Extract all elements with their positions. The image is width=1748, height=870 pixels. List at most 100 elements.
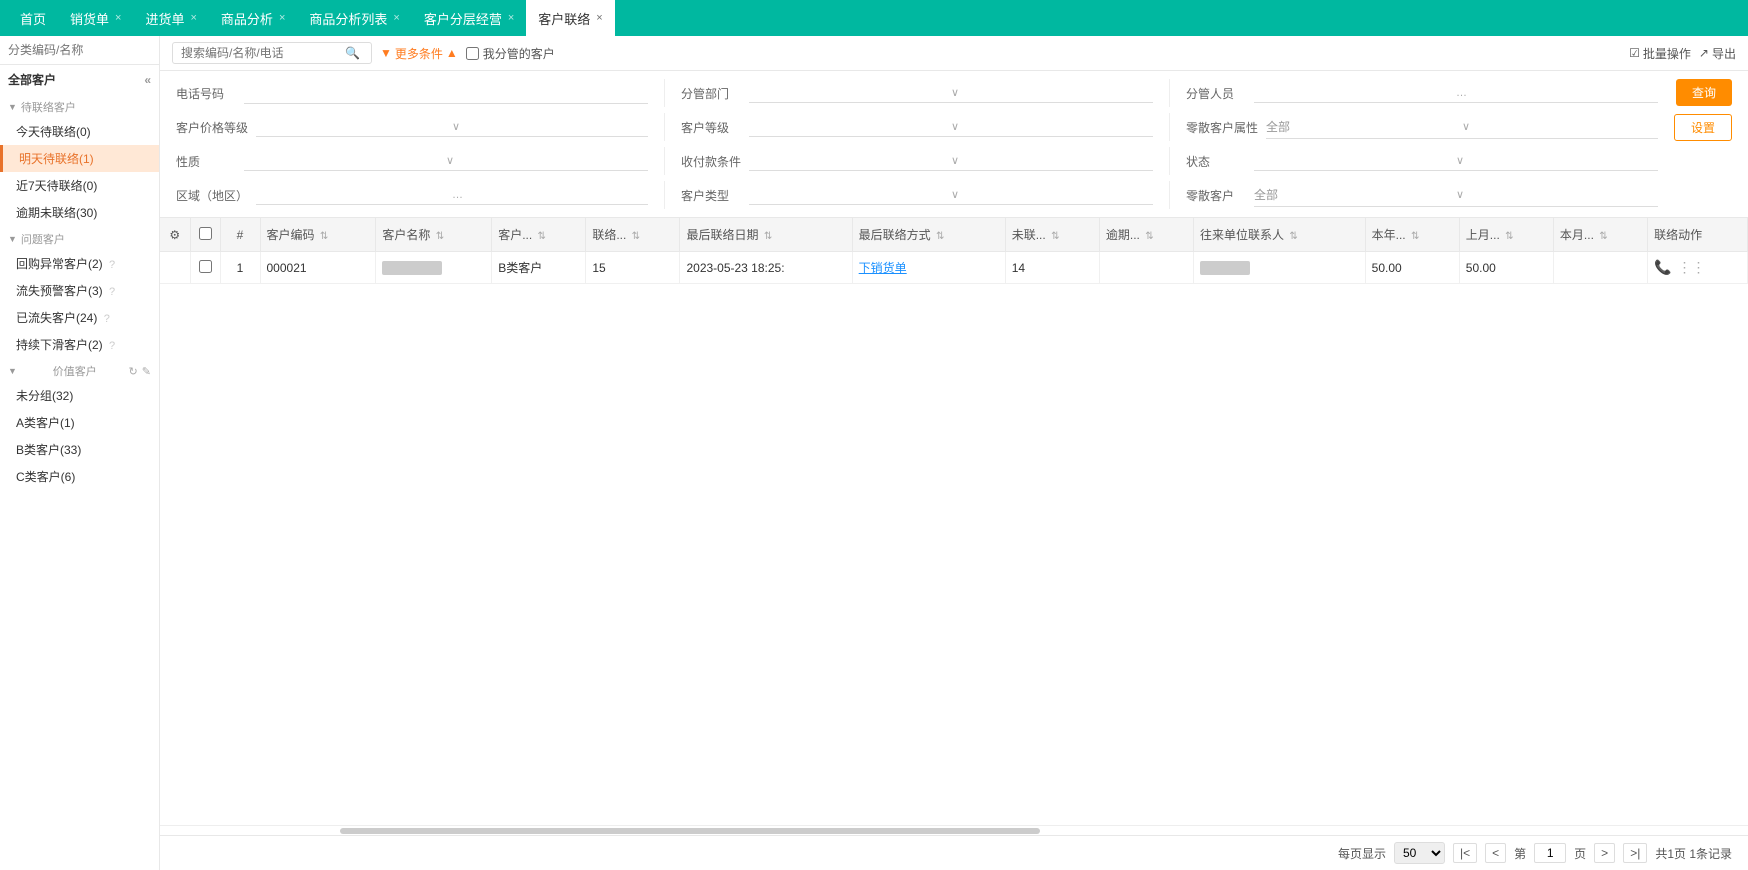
scatter-customer-select[interactable]: 全部 ∨ (1254, 183, 1658, 207)
close-customer-contact-icon[interactable]: × (596, 12, 602, 24)
table-row: 1 000021 B类客户 15 2023-05-23 18:25: 下销货单 … (160, 252, 1748, 284)
col-contact-count[interactable]: 联络... ⇅ (586, 218, 680, 252)
adv-filter-row-1: 电话号码 分管部门 ∨ 分管人员 (176, 79, 1658, 107)
col-customer-type[interactable]: 客户... ⇅ (492, 218, 586, 252)
row-settings (160, 252, 190, 284)
last-page-btn[interactable]: >| (1623, 843, 1647, 863)
sidebar-item-declining[interactable]: 持续下滑客户(2) ? (0, 331, 159, 358)
customer-type-chevron: ∨ (951, 188, 1153, 201)
filter-more-btn[interactable]: ▼ 更多条件 ▲ (380, 45, 458, 62)
row-index: 1 (220, 252, 260, 284)
sidebar-item-ungrouped[interactable]: 未分组(32) (0, 382, 159, 409)
col-this-month[interactable]: 本月... ⇅ (1553, 218, 1647, 252)
col-no-contact[interactable]: 未联... ⇅ (1005, 218, 1099, 252)
close-sales-icon[interactable]: × (115, 12, 121, 24)
sidebar-search-input[interactable] (8, 43, 160, 57)
col-contacts[interactable]: 往来单位联系人 ⇅ (1194, 218, 1366, 252)
col-customer-code[interactable]: 客户编码 ⇅ (260, 218, 376, 252)
nav-sales[interactable]: 销货单 × (58, 0, 133, 36)
sidebar-item-overdue[interactable]: 逾期未联络(30) (0, 199, 159, 226)
adv-filter-row-2: 客户价格等级 ∨ 客户等级 ∨ (176, 113, 1658, 141)
field-status: 状态 ∨ (1186, 151, 1658, 171)
row-checkbox[interactable] (199, 260, 212, 273)
my-customers-checkbox[interactable] (466, 47, 479, 60)
payment-select[interactable]: ∨ (749, 151, 1153, 171)
sidebar-item-7days[interactable]: 近7天待联络(0) (0, 172, 159, 199)
filter-search-icon[interactable]: 🔍 (345, 46, 360, 60)
prev-page-btn[interactable]: < (1485, 843, 1506, 863)
close-customer-tier-icon[interactable]: × (508, 12, 514, 24)
field-manager: 分管人员 … (1186, 84, 1658, 103)
action-phone-icon[interactable]: 📞 (1654, 259, 1671, 276)
help-icon-churned: ? (104, 313, 110, 325)
nav-product-analysis-list[interactable]: 商品分析列表 × (297, 0, 411, 36)
region-select[interactable]: … (256, 186, 648, 205)
field-dept: 分管部门 ∨ (681, 83, 1153, 103)
col-settings[interactable]: ⚙ (160, 218, 190, 252)
sidebar-item-churn-warning[interactable]: 流失预警客户(3) ? (0, 277, 159, 304)
col-last-contact-method[interactable]: 最后联络方式 ⇅ (852, 218, 1005, 252)
status-select[interactable]: ∨ (1254, 151, 1658, 171)
customer-type-select[interactable]: ∨ (749, 185, 1153, 205)
filter-search-input[interactable] (181, 46, 341, 60)
dept-select[interactable]: ∨ (749, 83, 1153, 103)
sidebar-item-tomorrow[interactable]: 明天待联络(1) (0, 145, 159, 172)
price-level-select[interactable]: ∨ (256, 117, 648, 137)
close-purchase-icon[interactable]: × (190, 12, 196, 24)
col-customer-name[interactable]: 客户名称 ⇅ (376, 218, 492, 252)
nav-customer-contact[interactable]: 客户联络 × (526, 0, 614, 36)
col-this-year[interactable]: 本年... ⇅ (1365, 218, 1459, 252)
scatter-attr-select[interactable]: 全部 ∨ (1266, 115, 1658, 139)
nav-product-analysis[interactable]: 商品分析 × (209, 0, 297, 36)
nav-customer-tier[interactable]: 客户分层经营 × (412, 0, 526, 36)
page-suffix: 页 (1574, 845, 1586, 862)
field-nature: 性质 ∨ (176, 151, 648, 171)
col-last-month[interactable]: 上月... ⇅ (1459, 218, 1553, 252)
dept-label: 分管部门 (681, 85, 741, 102)
batch-op-btn[interactable]: ☑ 批量操作 (1629, 45, 1691, 62)
collapse-icon[interactable]: « (144, 73, 151, 87)
per-page-select[interactable]: 50 10 20 100 (1394, 842, 1445, 864)
sidebar-item-class-c[interactable]: C类客户(6) (0, 463, 159, 490)
sort-overdue-icon: ⇅ (1145, 231, 1153, 242)
set-button[interactable]: 设置 (1674, 114, 1732, 141)
scatter-attr-label: 零散客户属性 (1186, 119, 1258, 136)
select-all-checkbox[interactable] (199, 227, 212, 240)
manager-chevron: … (1456, 87, 1658, 99)
row-actions: 📞 ⋮⋮ (1648, 252, 1748, 284)
refresh-icon[interactable]: ↻ (129, 365, 138, 378)
last-contact-link[interactable]: 下销货单 (859, 261, 907, 275)
sidebar-item-repurchase-abnormal[interactable]: 回购异常客户(2) ? (0, 250, 159, 277)
nav-home[interactable]: 首页 (8, 0, 58, 36)
sidebar-item-today[interactable]: 今天待联络(0) (0, 118, 159, 145)
edit-icon[interactable]: ✎ (142, 365, 151, 378)
col-overdue[interactable]: 逾期... ⇅ (1099, 218, 1193, 252)
sidebar-item-churned[interactable]: 已流失客户(24) ? (0, 304, 159, 331)
filter-right: ☑ 批量操作 ↗ 导出 (1629, 45, 1736, 62)
sidebar-item-class-a[interactable]: A类客户(1) (0, 409, 159, 436)
customer-level-select[interactable]: ∨ (749, 117, 1153, 137)
next-page-btn[interactable]: > (1594, 843, 1615, 863)
close-product-analysis-icon[interactable]: × (279, 12, 285, 24)
manager-label: 分管人员 (1186, 85, 1246, 102)
customer-table: ⚙ # 客户编码 ⇅ 客户名称 ⇅ 客户... ⇅ 联络... ⇅ 最后联络日期… (160, 218, 1748, 284)
action-menu-icon[interactable]: ⋮⋮ (1678, 259, 1706, 276)
filter-more-label: 更多条件 (395, 45, 443, 62)
table-container: ⚙ # 客户编码 ⇅ 客户名称 ⇅ 客户... ⇅ 联络... ⇅ 最后联络日期… (160, 218, 1748, 825)
query-button[interactable]: 查询 (1676, 79, 1732, 106)
export-btn[interactable]: ↗ 导出 (1699, 45, 1736, 62)
nav-purchase[interactable]: 进货单 × (133, 0, 208, 36)
page-input[interactable] (1534, 843, 1566, 863)
field-scatter-customer: 零散客户 全部 ∨ (1186, 183, 1658, 207)
col-last-contact-date[interactable]: 最后联络日期 ⇅ (680, 218, 852, 252)
phone-input[interactable] (244, 83, 648, 104)
price-level-label: 客户价格等级 (176, 119, 248, 136)
close-product-analysis-list-icon[interactable]: × (393, 12, 399, 24)
nature-select[interactable]: ∨ (244, 151, 648, 171)
my-customers-checkbox-label[interactable]: 我分管的客户 (466, 45, 555, 62)
manager-select[interactable]: … (1254, 84, 1658, 103)
first-page-btn[interactable]: |< (1453, 843, 1477, 863)
horizontal-scrollbar[interactable] (340, 828, 1040, 834)
sidebar-all-customers[interactable]: 全部客户 « (0, 65, 159, 94)
sidebar-item-class-b[interactable]: B类客户(33) (0, 436, 159, 463)
